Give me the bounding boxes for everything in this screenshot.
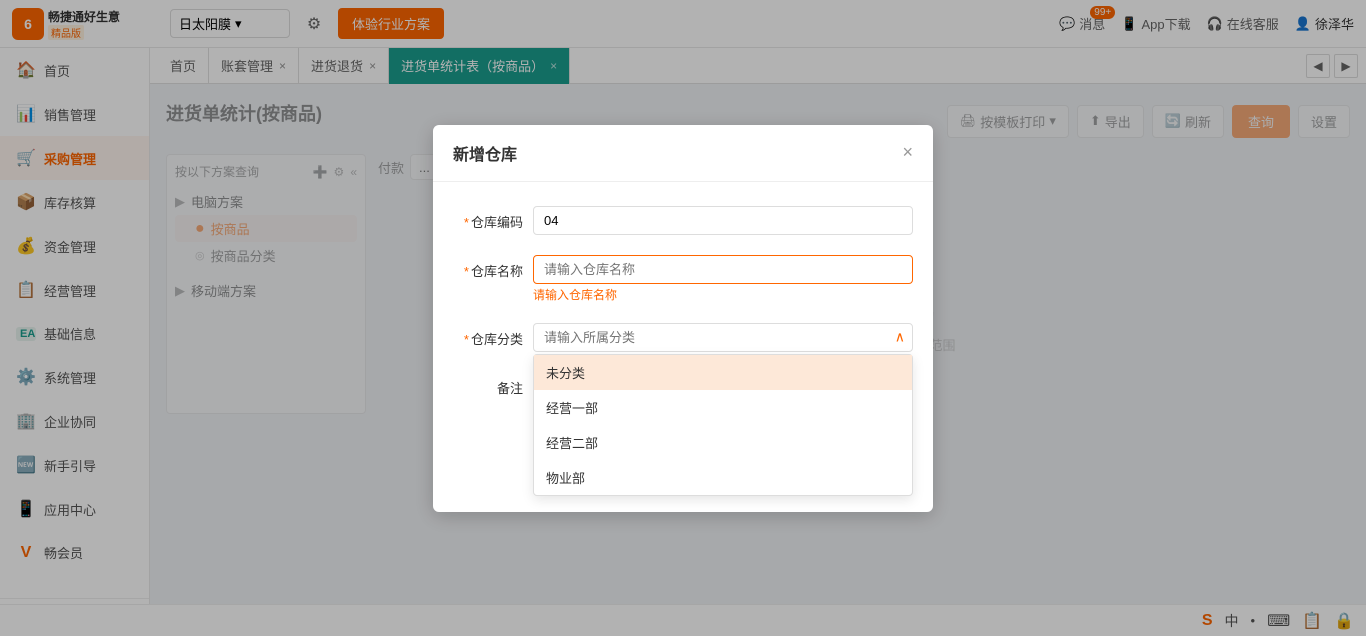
name-field-row: 仓库名称 请输入仓库名称 (453, 255, 913, 303)
modal-close-button[interactable]: × (902, 142, 913, 163)
notes-label: 备注 (453, 372, 533, 397)
category-label: 仓库分类 (453, 323, 533, 348)
name-error-message: 请输入仓库名称 (533, 286, 913, 303)
category-select-wrapper: ∧ 未分类 经营一部 经营二部 物业部 (533, 323, 913, 352)
dropdown-item-2[interactable]: 经营二部 (534, 425, 912, 460)
name-input[interactable] (533, 255, 913, 284)
category-input[interactable] (533, 323, 913, 352)
new-warehouse-modal: 新增仓库 × 仓库编码 仓库名称 请输入仓库名称 仓库分类 (433, 125, 933, 512)
dropdown-item-0[interactable]: 未分类 (534, 355, 912, 390)
dropdown-item-1[interactable]: 经营一部 (534, 390, 912, 425)
dropdown-item-3[interactable]: 物业部 (534, 460, 912, 495)
category-field-row: 仓库分类 ∧ 未分类 经营一部 经营二部 物业部 (453, 323, 913, 352)
code-field-row: 仓库编码 (453, 206, 913, 235)
category-dropdown: 未分类 经营一部 经营二部 物业部 (533, 354, 913, 496)
modal-body: 仓库编码 仓库名称 请输入仓库名称 仓库分类 ∧ 未分类 (433, 182, 933, 445)
code-input[interactable] (533, 206, 913, 235)
code-label: 仓库编码 (453, 206, 533, 231)
name-field-wrapper: 请输入仓库名称 (533, 255, 913, 303)
modal-title: 新增仓库 (453, 141, 517, 165)
modal-overlay: 新增仓库 × 仓库编码 仓库名称 请输入仓库名称 仓库分类 (0, 0, 1366, 636)
name-label: 仓库名称 (453, 255, 533, 280)
modal-header: 新增仓库 × (433, 125, 933, 182)
